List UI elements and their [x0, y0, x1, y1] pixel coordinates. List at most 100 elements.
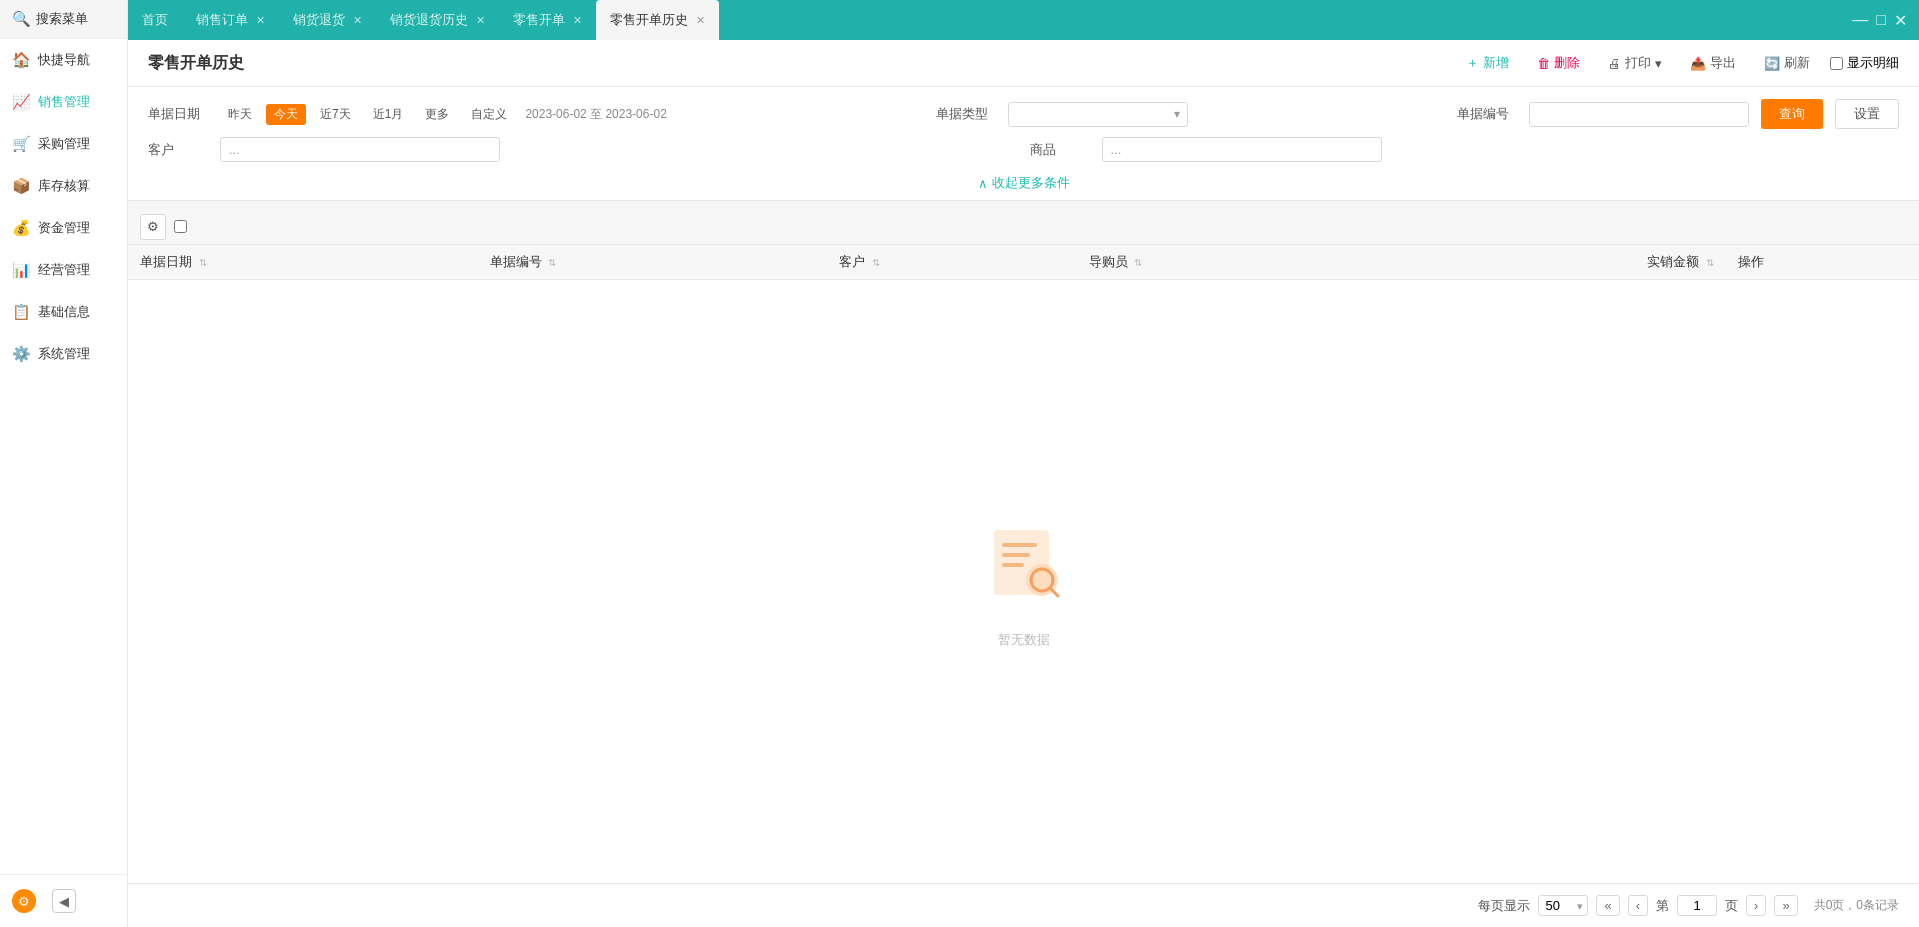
date-btn-last7[interactable]: 近7天: [312, 104, 359, 125]
settings-button[interactable]: 设置: [1835, 99, 1899, 129]
tab-retail-open-label: 零售开单: [513, 11, 565, 29]
maximize-icon[interactable]: □: [1876, 11, 1886, 29]
collapse-icon: ∧: [978, 176, 988, 191]
tab-sales-order[interactable]: 销售订单 ✕: [182, 0, 279, 40]
filter-area: 单据日期 昨天 今天 近7天 近1月 更多 自定义 2023-06-02 至 2…: [128, 87, 1919, 201]
data-table: 单据日期 ⇅ 单据编号 ⇅ 客户 ⇅ 导购员 ⇅: [128, 245, 1919, 280]
sidebar-item-label: 快捷导航: [38, 51, 90, 69]
page-size-select[interactable]: 50 100 200: [1538, 895, 1588, 916]
user-settings-icon[interactable]: ⚙: [12, 889, 36, 913]
tab-sales-return-history-label: 销货退货历史: [390, 11, 468, 29]
tab-retail-open[interactable]: 零售开单 ✕: [499, 0, 596, 40]
collapse-more-btn[interactable]: ∧ 收起更多条件: [148, 170, 1899, 192]
sidebar-item-label: 采购管理: [38, 135, 90, 153]
add-button[interactable]: ＋ 新增: [1458, 50, 1517, 76]
print-button[interactable]: 🖨 打印 ▾: [1600, 50, 1670, 76]
tab-retail-history[interactable]: 零售开单历史 ✕: [596, 0, 719, 40]
show-detail-checkbox-wrapper[interactable]: 显示明细: [1830, 54, 1899, 72]
sidebar-item-label: 基础信息: [38, 303, 90, 321]
sort-no-icon[interactable]: ⇅: [548, 257, 556, 268]
print-dropdown-icon: ▾: [1655, 56, 1662, 71]
sidebar-item-finance[interactable]: 💰 资金管理: [0, 207, 127, 249]
goods-input[interactable]: ...: [1102, 137, 1382, 162]
date-btn-today[interactable]: 今天: [266, 104, 306, 125]
tab-sales-return-history[interactable]: 销货退货历史 ✕: [376, 0, 499, 40]
prev-page-button[interactable]: ‹: [1628, 895, 1648, 916]
cart-icon: 🛒: [12, 135, 30, 153]
money-icon: 💰: [12, 219, 30, 237]
settings-icon: ⚙️: [12, 345, 30, 363]
sidebar-item-label: 经营管理: [38, 261, 90, 279]
filter-row-1: 单据日期 昨天 今天 近7天 近1月 更多 自定义 2023-06-02 至 2…: [148, 99, 1899, 129]
tab-home-label: 首页: [142, 11, 168, 29]
export-button[interactable]: 📤 导出: [1682, 50, 1744, 76]
col-ops-label: 操作: [1738, 254, 1764, 269]
next-page-button[interactable]: ›: [1746, 895, 1766, 916]
tab-retail-history-label: 零售开单历史: [610, 11, 688, 29]
sidebar-bottom: ⚙ ◀: [0, 874, 127, 927]
tab-retail-open-close[interactable]: ✕: [573, 14, 582, 27]
tab-home[interactable]: 首页: [128, 0, 182, 40]
col-guide-label: 导购员: [1089, 254, 1128, 269]
doc-icon: 📋: [12, 303, 30, 321]
col-customer-label: 客户: [839, 254, 865, 269]
sidebar-item-basic-info[interactable]: 📋 基础信息: [0, 291, 127, 333]
sort-amount-icon[interactable]: ⇅: [1706, 257, 1714, 268]
delete-button[interactable]: 🗑 删除: [1529, 50, 1588, 76]
sidebar-item-purchase-mgmt[interactable]: 🛒 采购管理: [0, 123, 127, 165]
last-page-button[interactable]: »: [1774, 895, 1797, 916]
date-btn-last1m[interactable]: 近1月: [365, 104, 412, 125]
refresh-icon: 🔄: [1764, 56, 1780, 71]
home-icon: 🏠: [12, 51, 30, 69]
header-actions: ＋ 新增 🗑 删除 🖨 打印 ▾ 📤 导出 🔄: [1458, 50, 1899, 76]
sidebar-search[interactable]: 🔍 搜索菜单: [0, 0, 127, 39]
sidebar-item-sys-mgmt[interactable]: ⚙️ 系统管理: [0, 333, 127, 375]
sidebar-item-label: 库存核算: [38, 177, 90, 195]
sidebar-item-sales-mgmt[interactable]: 📈 销售管理: [0, 81, 127, 123]
table-header-row: 单据日期 ⇅ 单据编号 ⇅ 客户 ⇅ 导购员 ⇅: [128, 245, 1919, 280]
sidebar-item-label: 资金管理: [38, 219, 90, 237]
first-page-button[interactable]: «: [1596, 895, 1619, 916]
sidebar-collapse-button[interactable]: ◀: [52, 889, 76, 913]
sort-date-icon[interactable]: ⇅: [199, 257, 207, 268]
show-detail-label: 显示明细: [1847, 54, 1899, 72]
date-btn-more[interactable]: 更多: [417, 104, 457, 125]
sidebar-item-operations[interactable]: 📊 经营管理: [0, 249, 127, 291]
bar-chart-icon: 📊: [12, 261, 30, 279]
minimize-icon[interactable]: —: [1852, 11, 1868, 29]
doc-no-input[interactable]: [1529, 102, 1749, 127]
page-number-input[interactable]: [1677, 895, 1717, 916]
select-all-checkbox[interactable]: [174, 220, 187, 233]
refresh-button[interactable]: 🔄 刷新: [1756, 50, 1818, 76]
filter-row-2: 客户 ... 商品 ...: [148, 137, 1899, 162]
doc-type-select[interactable]: [1008, 102, 1188, 127]
page-unit: 页: [1725, 897, 1738, 915]
page-title: 零售开单历史: [148, 53, 244, 74]
tab-sales-return-label: 销货退货: [293, 11, 345, 29]
doc-type-label: 单据类型: [936, 105, 996, 123]
box-icon: 📦: [12, 177, 30, 195]
customer-input[interactable]: ...: [220, 137, 500, 162]
date-btn-custom[interactable]: 自定义: [463, 104, 515, 125]
tab-sales-return-close[interactable]: ✕: [353, 14, 362, 27]
column-settings-btn[interactable]: ⚙: [140, 214, 166, 240]
sort-customer-icon[interactable]: ⇅: [872, 257, 880, 268]
sidebar-item-inventory[interactable]: 📦 库存核算: [0, 165, 127, 207]
main-area: 首页 销售订单 ✕ 销货退货 ✕ 销货退货历史 ✕ 零售开单 ✕ 零售开单历史 …: [128, 0, 1919, 927]
chart-icon: 📈: [12, 93, 30, 111]
window-close-icon[interactable]: ✕: [1894, 11, 1907, 30]
empty-state: 暂无数据: [128, 280, 1919, 883]
show-detail-checkbox[interactable]: [1830, 57, 1843, 70]
query-button[interactable]: 查询: [1761, 99, 1823, 129]
date-btn-yesterday[interactable]: 昨天: [220, 104, 260, 125]
gear-icon: ⚙: [147, 219, 159, 234]
refresh-label: 刷新: [1784, 54, 1810, 72]
sort-guide-icon[interactable]: ⇅: [1134, 257, 1142, 268]
search-icon: 🔍: [12, 10, 30, 28]
tab-sales-return[interactable]: 销货退货 ✕: [279, 0, 376, 40]
col-amount-label: 实销金额: [1647, 254, 1699, 269]
tab-retail-history-close[interactable]: ✕: [696, 14, 705, 27]
sidebar-item-quick-nav[interactable]: 🏠 快捷导航: [0, 39, 127, 81]
tab-sales-order-close[interactable]: ✕: [256, 14, 265, 27]
tab-sales-return-history-close[interactable]: ✕: [476, 14, 485, 27]
